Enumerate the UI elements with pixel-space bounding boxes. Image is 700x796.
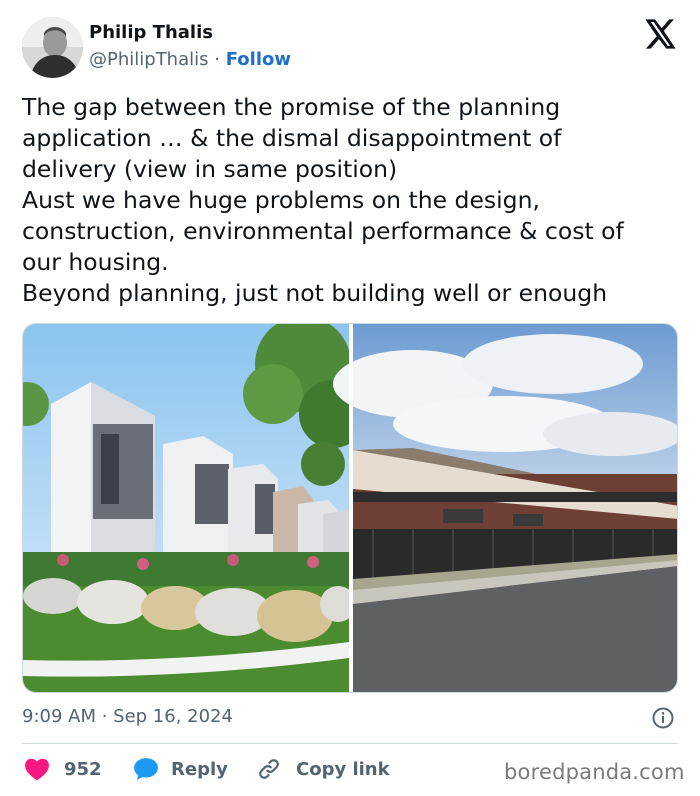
follow-button[interactable]: Follow — [226, 49, 291, 70]
tweet-text: The gap between the promise of the plann… — [22, 92, 692, 309]
link-icon — [259, 759, 279, 779]
tweet-line: construction, environmental performance … — [22, 217, 624, 245]
tweet-card: Philip Thalis @PhilipThalis · Follow The… — [0, 0, 700, 796]
tweet-line: application … & the dismal disappointmen… — [22, 124, 562, 152]
heart-icon — [25, 758, 49, 781]
reply-label: Reply — [171, 758, 228, 780]
avatar[interactable] — [22, 17, 83, 78]
built-photo-image[interactable] — [333, 324, 678, 693]
tweet-line: delivery (view in same position) — [22, 155, 398, 183]
watermark: boredpanda.com — [504, 760, 685, 784]
tweet-line: Aust we have huge problems on the design… — [22, 186, 540, 214]
tweet-line: Beyond planning, just not building well … — [22, 279, 608, 307]
author-name[interactable]: Philip Thalis — [89, 22, 213, 43]
author-handle[interactable]: @PhilipThalis — [89, 49, 209, 70]
x-logo-icon[interactable] — [645, 19, 677, 49]
rendering-image[interactable] — [23, 324, 367, 693]
like-button[interactable]: 952 — [24, 756, 102, 782]
tweet-line: The gap between the promise of the plann… — [22, 93, 561, 121]
like-count: 952 — [64, 758, 102, 780]
copy-link-button[interactable]: Copy link — [257, 756, 390, 782]
handle-separator: · — [214, 49, 220, 70]
info-icon[interactable] — [651, 706, 675, 730]
speech-bubble-icon — [134, 758, 158, 780]
tweet-line: our housing. — [22, 248, 169, 276]
tweet-timestamp[interactable]: 9:09 AM · Sep 16, 2024 — [22, 706, 233, 727]
copy-link-label: Copy link — [296, 758, 390, 780]
media-grid — [22, 323, 678, 693]
reply-button[interactable]: Reply — [133, 756, 228, 782]
author-handle-row: @PhilipThalis · Follow — [89, 49, 291, 70]
divider — [22, 743, 678, 744]
